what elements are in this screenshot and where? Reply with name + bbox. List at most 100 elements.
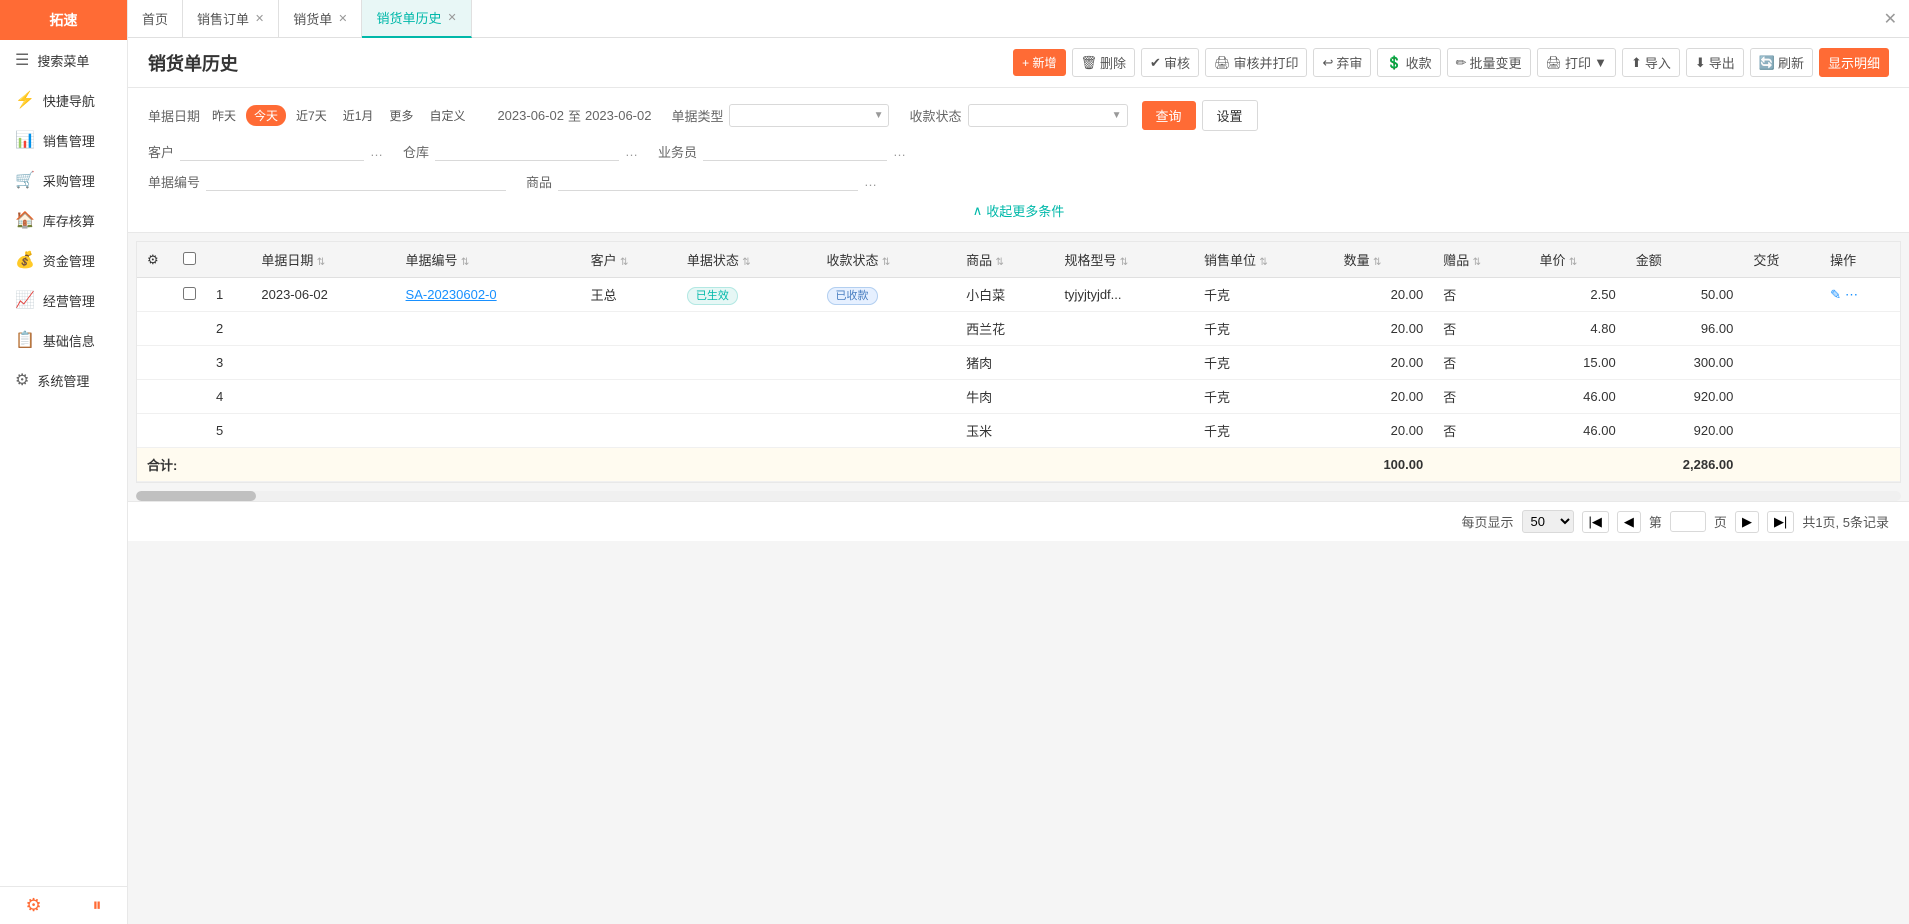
cell-action: ✎⋯ [1820, 278, 1900, 312]
horizontal-scrollbar[interactable] [136, 491, 1901, 501]
tab-sales-goods-close[interactable]: ✕ [338, 12, 347, 25]
agent-input[interactable] [703, 141, 887, 161]
cell-spec [1054, 312, 1194, 346]
query-button[interactable]: 查询 [1142, 101, 1196, 130]
cell-row-no: 1 [206, 278, 251, 312]
action-edit-icon[interactable]: ✎ [1830, 287, 1841, 302]
th-collect-status[interactable]: 收款状态 ⇅ [817, 242, 957, 278]
tabbar-close-btn[interactable]: ✕ [1872, 9, 1909, 29]
doc-type-select[interactable] [729, 104, 889, 127]
batch-change-button[interactable]: ✏ 批量变更 [1447, 48, 1531, 77]
th-spec[interactable]: 规格型号 ⇅ [1054, 242, 1194, 278]
agent-dots-icon[interactable]: … [893, 144, 906, 159]
sidebar-item-search-menu[interactable]: ☰ 搜索菜单 [0, 40, 127, 80]
th-doc-status[interactable]: 单据状态 ⇅ [677, 242, 817, 278]
warehouse-dots-icon[interactable]: … [625, 144, 638, 159]
cell-unit: 千克 [1194, 312, 1334, 346]
sidebar-item-sales[interactable]: 📊 销售管理 [0, 120, 127, 160]
cell-date [251, 346, 395, 380]
warehouse-input[interactable] [435, 141, 619, 161]
row-checkbox[interactable] [183, 287, 196, 300]
sidebar-item-base-info[interactable]: 📋 基础信息 [0, 320, 127, 360]
cell-doc-status [677, 346, 817, 380]
audit-print-button[interactable]: 🖨 审核并打印 [1205, 48, 1308, 77]
sidebar-item-purchase[interactable]: 🛒 采购管理 [0, 160, 127, 200]
date-tab-1month[interactable]: 近1月 [337, 105, 380, 126]
gear-icon[interactable]: ⚙ [147, 252, 159, 267]
page-first-btn[interactable]: |◀ [1582, 511, 1609, 533]
tab-sales-order-label: 销售订单 [197, 9, 249, 28]
refresh-button[interactable]: 🔄 刷新 [1750, 48, 1813, 77]
sidebar-item-operations[interactable]: 📈 经营管理 [0, 280, 127, 320]
th-amount: 金额 [1626, 242, 1744, 278]
tab-sales-history-close[interactable]: ✕ [448, 11, 457, 24]
tab-sales-history[interactable]: 销货单历史 ✕ [362, 0, 471, 38]
settings-button[interactable]: 设置 [1202, 100, 1258, 131]
date-tabs: 昨天 今天 近7天 近1月 更多 自定义 [206, 105, 471, 126]
print-button[interactable]: 🖨 打印 ▼ [1537, 48, 1616, 77]
tab-sales-order-close[interactable]: ✕ [255, 12, 264, 25]
th-date[interactable]: 单据日期 ⇅ [251, 242, 395, 278]
th-action: 操作 [1820, 242, 1900, 278]
sidebar-item-system[interactable]: ⚙ 系统管理 [0, 360, 127, 400]
collapse-button[interactable]: ∧ 收起更多条件 [148, 201, 1889, 220]
show-detail-button[interactable]: 显示明细 [1819, 48, 1889, 77]
sidebar-item-label: 快捷导航 [43, 91, 95, 110]
customer-sort-icon: ⇅ [620, 257, 628, 268]
page-last-btn[interactable]: ▶| [1767, 511, 1794, 533]
th-goods[interactable]: 商品 ⇅ [956, 242, 1054, 278]
audit-button[interactable]: ✔ 审核 [1141, 48, 1199, 77]
delete-button[interactable]: 🗑 删除 [1072, 48, 1136, 77]
th-doc-no[interactable]: 单据编号 ⇅ [396, 242, 581, 278]
doc-no-link[interactable]: SA-20230602-0 [406, 287, 497, 302]
goods-dots-icon[interactable]: … [864, 174, 877, 189]
sidebar-item-finance[interactable]: 💰 资金管理 [0, 240, 127, 280]
date-tab-today[interactable]: 今天 [246, 105, 286, 126]
cell-gift: 否 [1433, 380, 1529, 414]
abandon-button[interactable]: ↩ 弃审 [1313, 48, 1371, 77]
import-button[interactable]: ⬆ 导入 [1622, 48, 1680, 77]
collect-button[interactable]: 💲 收款 [1377, 48, 1440, 77]
scrollbar-thumb[interactable] [136, 491, 256, 501]
select-all-checkbox[interactable] [183, 252, 196, 265]
th-unit-price[interactable]: 单价 ⇅ [1529, 242, 1625, 278]
date-tab-7days[interactable]: 近7天 [290, 105, 333, 126]
table-row: 1 2023-06-02 SA-20230602-0 王总 已生效 已收款 小白… [137, 278, 1900, 312]
new-button[interactable]: + 新增 [1013, 49, 1065, 76]
gift-sort-icon: ⇅ [1473, 257, 1481, 268]
sidebar-item-quick-nav[interactable]: ⚡ 快捷导航 [0, 80, 127, 120]
per-page-select[interactable]: 50 10 20 100 [1522, 510, 1574, 533]
action-more-icon[interactable]: ⋯ [1845, 287, 1858, 302]
sidebar-logo: 拓速 [0, 0, 127, 40]
tab-sales-order[interactable]: 销售订单 ✕ [183, 0, 279, 38]
sidebar-pause-icon[interactable]: ⏸ [93, 895, 102, 916]
tab-home[interactable]: 首页 [128, 0, 183, 38]
page-number-input[interactable]: 1 [1670, 511, 1706, 532]
doc-no-input[interactable] [206, 171, 506, 191]
sidebar-bottom: ⚙ ⏸ [0, 886, 127, 924]
summary-total-qty: 100.00 [1334, 448, 1434, 482]
sidebar-item-label: 库存核算 [43, 211, 95, 230]
date-to: 2023-06-02 [585, 108, 652, 123]
th-customer[interactable]: 客户 ⇅ [581, 242, 677, 278]
tab-sales-goods[interactable]: 销货单 ✕ [279, 0, 362, 38]
cell-customer: 王总 [581, 278, 677, 312]
date-filter-group: 单据日期 昨天 今天 近7天 近1月 更多 自定义 [148, 105, 471, 126]
sidebar-item-label: 基础信息 [43, 331, 95, 350]
date-tab-more[interactable]: 更多 [383, 105, 419, 126]
sidebar-settings-icon[interactable]: ⚙ [25, 895, 41, 916]
page-next-btn[interactable]: ▶ [1735, 511, 1759, 533]
goods-input[interactable] [558, 171, 858, 191]
th-gift[interactable]: 赠品 ⇅ [1433, 242, 1529, 278]
customer-input[interactable] [180, 141, 364, 161]
th-unit[interactable]: 销售单位 ⇅ [1194, 242, 1334, 278]
date-tab-yesterday[interactable]: 昨天 [206, 105, 242, 126]
cell-check [173, 278, 206, 312]
export-button[interactable]: ⬇ 导出 [1686, 48, 1744, 77]
page-prev-btn[interactable]: ◀ [1617, 511, 1641, 533]
th-qty[interactable]: 数量 ⇅ [1334, 242, 1434, 278]
date-tab-custom[interactable]: 自定义 [423, 105, 471, 126]
collect-status-select[interactable] [968, 104, 1128, 127]
customer-dots-icon[interactable]: … [370, 144, 383, 159]
sidebar-item-inventory[interactable]: 🏠 库存核算 [0, 200, 127, 240]
